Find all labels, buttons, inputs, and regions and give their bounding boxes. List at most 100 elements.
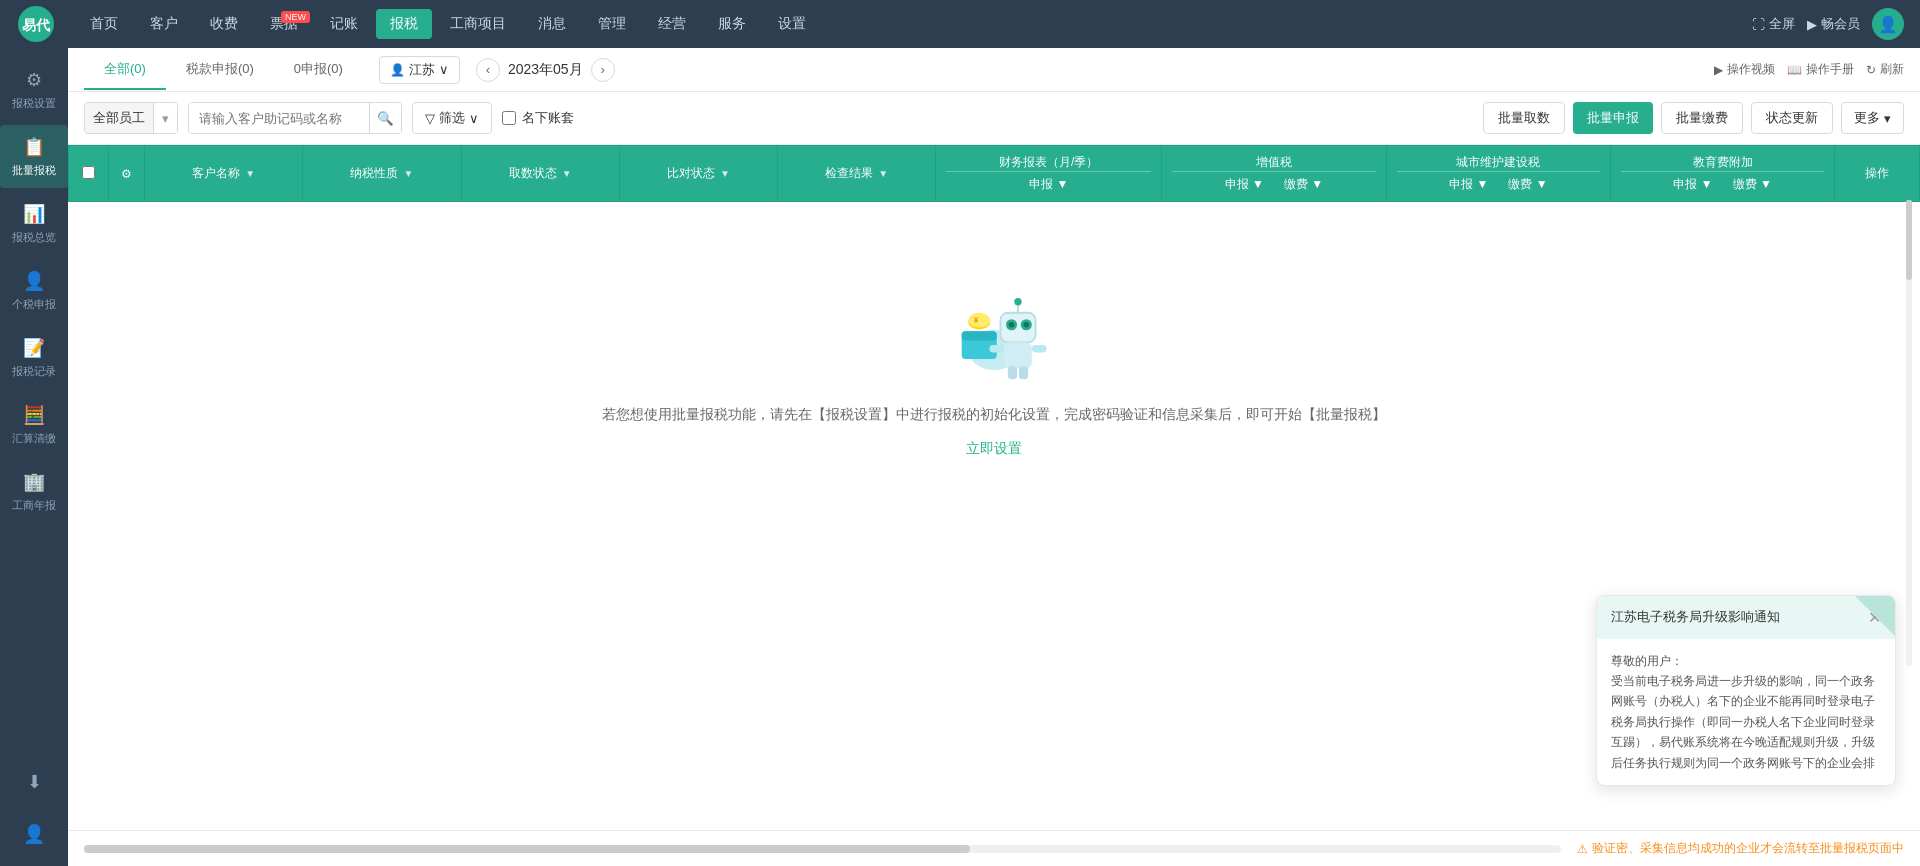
sidebar-item-baoshui-shezhi[interactable]: ⚙报税设置 — [0, 58, 68, 121]
nav-item-首页[interactable]: 首页 — [76, 9, 132, 39]
toolbar: 全部员工 ▾ 🔍 ▽ 筛选 ∨ 名下账套 批量取数批量申报批量缴费状态更新更多▾ — [68, 92, 1920, 145]
table-header-compare-status: 比对状态 ▼ — [619, 146, 777, 202]
tab-controls: 👤 江苏 ∨ — [379, 56, 460, 84]
nav-item-工商项目[interactable]: 工商项目 — [436, 9, 520, 39]
filter-arrow: ∨ — [469, 111, 479, 126]
nav-item-经营[interactable]: 经营 — [644, 9, 700, 39]
sidebar-item-download[interactable]: ⬇ — [14, 760, 54, 804]
svg-rect-16 — [1004, 342, 1032, 368]
sidebar-label-gongshang-nianbo: 工商年报 — [12, 498, 56, 513]
table-header-tax-nature: 纳税性质 ▼ — [303, 146, 461, 202]
status-update-button[interactable]: 状态更新 — [1751, 102, 1833, 134]
nav-item-设置[interactable]: 设置 — [764, 9, 820, 39]
date-display: 2023年05月 — [508, 61, 583, 79]
sidebar-item-huisuan-qingshan[interactable]: 🧮 汇算清缴 — [0, 393, 68, 456]
member-icon: ▶ — [1807, 17, 1817, 32]
employee-selector[interactable]: 全部员工 ▾ — [84, 102, 178, 134]
financial-sub-declare: 申报 ▼ — [1029, 176, 1068, 193]
city-sub-declare: 申报 ▼ — [1449, 176, 1488, 193]
nav-item-记账[interactable]: 记账 — [316, 9, 372, 39]
vat-sub-pay: 缴费 ▼ — [1284, 176, 1323, 193]
filter-btn[interactable]: ▽ 筛选 ∨ — [412, 102, 492, 134]
nav-item-消息[interactable]: 消息 — [524, 9, 580, 39]
sidebar-item-settings[interactable]: 👤 — [14, 812, 54, 856]
action-操作手册[interactable]: 📖操作手册 — [1787, 61, 1854, 78]
sidebar-item-baoshui-zongjie[interactable]: 📊 报税总览 — [0, 192, 68, 255]
sidebar-icon-huisuan-qingshan: 🧮 — [22, 403, 46, 427]
svg-rect-18 — [1032, 345, 1047, 352]
sort-icon: ▼ — [404, 168, 414, 179]
sidebar-label-piliang-baoshui: 批量报税 — [12, 163, 56, 178]
select-all-checkbox[interactable] — [82, 166, 95, 179]
sort-icon: ▼ — [562, 168, 572, 179]
nav-item-收费[interactable]: 收费 — [196, 9, 252, 39]
notif-corner — [1855, 596, 1895, 636]
sidebar-item-baoshui-jilu[interactable]: 📝 报税记录 — [0, 326, 68, 389]
sidebar-label-geshui-shenbao: 个税申报 — [12, 297, 56, 312]
sidebar-item-geshui-shenbao[interactable]: 👤个税申报 — [0, 259, 68, 322]
more-button[interactable]: 更多▾ — [1841, 102, 1904, 134]
action-操作视频[interactable]: ▶操作视频 — [1714, 61, 1775, 78]
vat-sub-declare: 申报 ▼ — [1225, 176, 1264, 193]
sidebar-item-piliang-baoshui[interactable]: 📋批量报税 — [0, 125, 68, 188]
sidebar-label-huisuan-qingshan: 汇算清缴 — [12, 431, 56, 446]
table-header-fetch-status: 取数状态 ▼ — [461, 146, 619, 202]
tab-right-actions: ▶操作视频 📖操作手册 ↻刷新 — [1714, 61, 1904, 78]
svg-point-13 — [1024, 322, 1030, 328]
table-header-education: 教育费附加 申报 ▼ 缴费 ▼ — [1611, 146, 1835, 202]
svg-rect-19 — [1008, 366, 1017, 379]
nav-item-服务[interactable]: 服务 — [704, 9, 760, 39]
warning-icon: ⚠ — [1577, 842, 1588, 856]
table-header-check-result: 检查结果 ▼ — [778, 146, 936, 202]
checkbox-label[interactable]: 名下账套 — [502, 109, 574, 127]
tab-item[interactable]: 0申报(0) — [274, 50, 363, 90]
nav-item-报税[interactable]: 报税 — [376, 9, 432, 39]
setup-link[interactable]: 立即设置 — [966, 440, 1022, 458]
tab-item[interactable]: 税款申报(0) — [166, 50, 274, 90]
search-btn[interactable]: 🔍 — [369, 103, 401, 133]
sidebar-label-baoshui-jilu: 报税记录 — [12, 364, 56, 379]
province-selector[interactable]: 👤 江苏 ∨ — [379, 56, 460, 84]
member-label: 畅会员 — [1821, 15, 1860, 33]
date-next-btn[interactable]: › — [591, 58, 615, 82]
top-nav: 易代 首页客户收费票据NEW记账报税工商项目消息管理经营服务设置 ⛶ 全屏 ▶ … — [0, 0, 1920, 48]
search-input[interactable] — [189, 103, 369, 133]
data-table: ⚙ 客户名称 ▼ 纳税性质 ▼ 取数状态 ▼ — [68, 145, 1920, 202]
scrollbar-track — [84, 845, 1561, 853]
action-刷新[interactable]: ↻刷新 — [1866, 61, 1904, 78]
employee-selector-label: 全部员工 — [85, 103, 154, 133]
notification-title: 江苏电子税务局升级影响通知 — [1611, 608, 1780, 626]
scrollbar-thumb — [84, 845, 970, 853]
edu-sub-pay: 缴费 ▼ — [1733, 176, 1772, 193]
table-header-financial: 财务报表（月/季） 申报 ▼ — [936, 146, 1162, 202]
nav-item-客户[interactable]: 客户 — [136, 9, 192, 39]
svg-rect-17 — [989, 345, 1004, 352]
main-right-scroll[interactable] — [1906, 200, 1912, 666]
filter-label: 筛选 — [439, 109, 465, 127]
svg-point-15 — [1014, 298, 1021, 305]
empty-state: ¥ — [68, 202, 1920, 518]
sidebar-icon-baoshui-jilu: 📝 — [22, 336, 46, 360]
nav-item-票据[interactable]: 票据NEW — [256, 9, 312, 39]
bulk-declare-button[interactable]: 批量申报 — [1573, 102, 1653, 134]
date-prev-btn[interactable]: ‹ — [476, 58, 500, 82]
fullscreen-btn[interactable]: ⛶ 全屏 — [1752, 15, 1795, 33]
tab-item[interactable]: 全部(0) — [84, 50, 166, 90]
avatar[interactable]: 👤 — [1872, 8, 1904, 40]
sidebar-icon-baoshui-zongjie: 📊 — [22, 202, 46, 226]
sort-icon: ▼ — [878, 168, 888, 179]
sidebar-icon-download: ⬇ — [22, 770, 46, 794]
table-header-checkbox[interactable] — [69, 146, 109, 202]
sidebar-item-gongshang-nianbo[interactable]: 🏢工商年报 — [0, 460, 68, 523]
notification-body: 尊敬的用户： 受当前电子税务局进一步升级的影响，同一个政务网账号（办税人）名下的… — [1597, 639, 1895, 785]
province-label: 江苏 — [409, 61, 435, 79]
bulk-fetch-button[interactable]: 批量取数 — [1483, 102, 1565, 134]
sidebar-label-baoshui-zongjie: 报税总览 — [12, 230, 56, 245]
sort-icon: ▼ — [245, 168, 255, 179]
mingxia-checkbox[interactable] — [502, 111, 516, 125]
member-btn[interactable]: ▶ 畅会员 — [1807, 15, 1860, 33]
edu-sub-declare: 申报 ▼ — [1673, 176, 1712, 193]
nav-item-管理[interactable]: 管理 — [584, 9, 640, 39]
table-header-gear[interactable]: ⚙ — [109, 146, 145, 202]
bulk-pay-button[interactable]: 批量缴费 — [1661, 102, 1743, 134]
